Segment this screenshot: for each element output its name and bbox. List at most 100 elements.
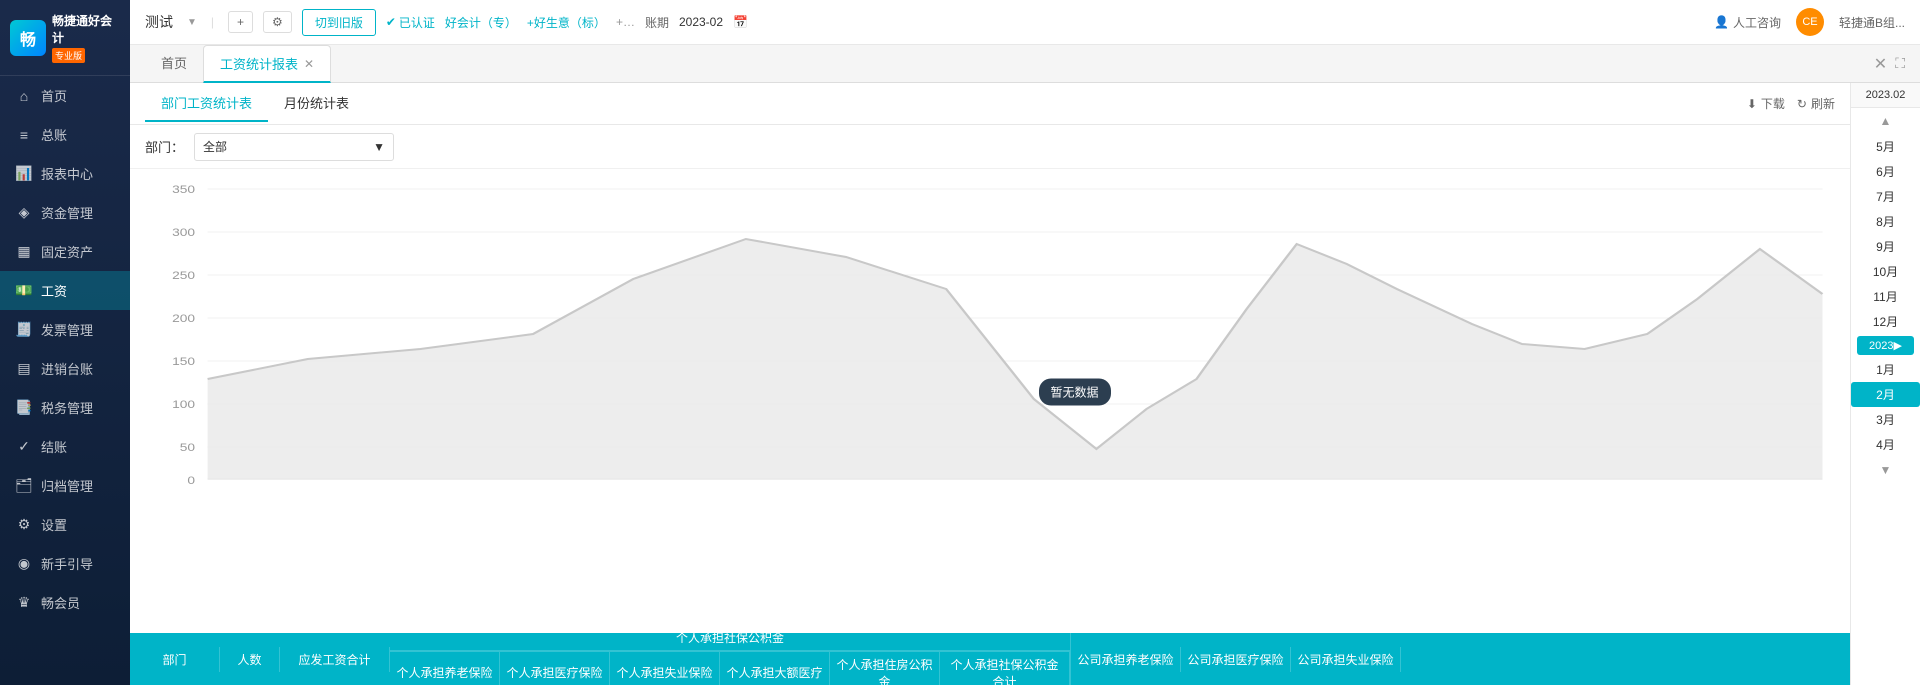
svg-text:150: 150 (172, 355, 195, 367)
sidebar-item-ledger[interactable]: ≡ 总账 (0, 115, 130, 154)
sub-tabs: 部门工资统计表 月份统计表 ⬇ 下载 ↻ 刷新 (130, 83, 1850, 125)
date-nav-down-icon[interactable]: ▼ (1876, 461, 1896, 479)
th-personal-bigmedical: 个人承担大额医疗 (720, 651, 830, 685)
sidebar-item-guide[interactable]: ◉ 新手引导 (0, 544, 130, 583)
date-month-11[interactable]: 11月 (1851, 284, 1920, 309)
sub-tab-monthly-label: 月份统计表 (284, 96, 349, 111)
guide-icon: ◉ (15, 555, 33, 572)
consultant-label: 人工咨询 (1733, 14, 1781, 31)
date-month-9[interactable]: 9月 (1851, 234, 1920, 259)
tab-salary-report[interactable]: 工资统计报表 ✕ (203, 45, 331, 83)
date-nav-bottom: ▼ (1851, 457, 1920, 483)
sidebar-item-assets[interactable]: ▦ 固定资产 (0, 232, 130, 271)
sidebar-label-archive: 归档管理 (41, 476, 93, 495)
sub-tab-monthly[interactable]: 月份统计表 (268, 85, 365, 122)
th-group-personal: 个人承担社保公积金 个人承担养老保险 个人承担医疗保险 个人承担失业保险 个人承… (390, 625, 1071, 685)
badge-more: +… (616, 15, 635, 29)
date-month-2-active[interactable]: 2月 (1851, 382, 1920, 407)
sidebar-item-sales[interactable]: ▤ 进销台账 (0, 349, 130, 388)
sidebar-item-funds[interactable]: ◈ 资金管理 (0, 193, 130, 232)
tab-bar: 首页 工资统计报表 ✕ ✕ ⛶ (130, 45, 1920, 83)
th-personal-total: 个人承担社保公积金合计 (940, 651, 1070, 685)
th-group-personal-cols: 个人承担养老保险 个人承担医疗保险 个人承担失业保险 个人承担大额医疗 个人承担… (390, 651, 1070, 685)
sidebar-item-salary[interactable]: 💵 工资 (0, 271, 130, 310)
sidebar-label-sales: 进销台账 (41, 359, 93, 378)
sidebar-item-member[interactable]: ♛ 畅会员 (0, 583, 130, 622)
table-header: 部门 人数 应发工资合计 个人承担社保公积金 个人承担养老保险 个人承担医疗保险… (130, 633, 1850, 685)
consultant-button[interactable]: 👤 人工咨询 (1714, 14, 1781, 31)
sidebar-label-home: 首页 (41, 86, 67, 105)
right-date-panel: 2023.02 ▲ 5月 6月 7月 8月 9月 10月 11月 12月 202… (1850, 83, 1920, 685)
th-company-medical: 公司承担医疗保险 (1181, 647, 1291, 672)
filter-dropdown-icon: ▼ (373, 140, 385, 154)
filter-label: 部门： (145, 137, 184, 156)
date-month-12[interactable]: 12月 (1851, 309, 1920, 334)
funds-icon: ◈ (15, 204, 33, 221)
period-value: 2023-02 (679, 15, 723, 29)
top-bar-right: 👤 人工咨询 CE 轻捷通B组... (1714, 8, 1905, 36)
date-month-4[interactable]: 4月 (1851, 432, 1920, 457)
sidebar-nav: ⌂ 首页 ≡ 总账 📊 报表中心 ◈ 资金管理 ▦ 固定资产 💵 工资 🧾 发票… (0, 76, 130, 685)
settings-icon: ⚙ (15, 516, 33, 533)
tab-maximize-icon[interactable]: ⛶ (1895, 55, 1905, 72)
sidebar-item-settings[interactable]: ⚙ 设置 (0, 505, 130, 544)
sidebar-logo: 畅 畅捷通好会计 专业版 (0, 0, 130, 76)
year-2023-badge[interactable]: 2023▶ (1857, 336, 1914, 355)
refresh-label: 刷新 (1811, 95, 1835, 112)
logo-text: 畅捷通好会计 专业版 (52, 12, 120, 63)
th-count: 人数 (220, 647, 280, 672)
refresh-button[interactable]: ↻ 刷新 (1797, 95, 1835, 112)
sidebar-label-invoice: 发票管理 (41, 320, 93, 339)
consultant-icon: 👤 (1714, 15, 1729, 29)
reports-icon: 📊 (15, 165, 33, 182)
chart-container: 350 300 250 200 150 100 50 0 (130, 169, 1850, 633)
download-icon: ⬇ (1747, 97, 1757, 111)
sidebar-item-home[interactable]: ⌂ 首页 (0, 76, 130, 115)
date-month-3[interactable]: 3月 (1851, 407, 1920, 432)
refresh-icon: ↻ (1797, 97, 1807, 111)
member-icon: ♛ (15, 594, 33, 611)
sub-tab-dept[interactable]: 部门工资统计表 (145, 85, 268, 122)
date-month-10[interactable]: 10月 (1851, 259, 1920, 284)
th-personal-pension: 个人承担养老保险 (390, 651, 500, 685)
top-bar: 测试 ▼ | + ⚙ 切到旧版 ✔ 已认证 好会计（专） +好生意（标） +… … (130, 0, 1920, 45)
sidebar-item-invoice[interactable]: 🧾 发票管理 (0, 310, 130, 349)
sidebar-item-archive[interactable]: 🗂 归档管理 (0, 466, 130, 505)
archive-icon: 🗂 (15, 477, 33, 494)
user-name[interactable]: 轻捷通B组... (1839, 14, 1905, 31)
th-personal-unemployment: 个人承担失业保险 (610, 651, 720, 685)
logo-icon: 畅 (10, 20, 46, 56)
dept-filter-select[interactable]: 全部 ▼ (194, 133, 394, 161)
sidebar-item-reports[interactable]: 📊 报表中心 (0, 154, 130, 193)
calendar-icon[interactable]: 📅 (733, 15, 748, 29)
chart-svg: 350 300 250 200 150 100 50 0 (145, 179, 1835, 499)
company-name: 测试 (145, 12, 173, 32)
date-header: 2023.02 (1851, 83, 1920, 108)
tab-home[interactable]: 首页 (145, 45, 203, 82)
date-month-7[interactable]: 7月 (1851, 184, 1920, 209)
switch-version-button[interactable]: 切到旧版 (302, 9, 376, 36)
company-dropdown-arrow[interactable]: ▼ (187, 17, 197, 28)
status-check-icon: ✔ (386, 15, 396, 29)
settings-top-button[interactable]: ⚙ (263, 11, 292, 33)
ledger-icon: ≡ (15, 127, 33, 143)
sidebar-label-reports: 报表中心 (41, 164, 93, 183)
sidebar-item-tax[interactable]: 📑 税务管理 (0, 388, 130, 427)
tab-close-window-icon[interactable]: ✕ (1874, 54, 1887, 74)
download-button[interactable]: ⬇ 下载 (1747, 95, 1785, 112)
period-label: 账期 (645, 14, 669, 31)
settle-icon: ✓ (15, 438, 33, 455)
date-month-6[interactable]: 6月 (1851, 159, 1920, 184)
date-nav-up-icon[interactable]: ▲ (1876, 112, 1896, 130)
logo-title: 畅捷通好会计 (52, 12, 120, 46)
date-month-1[interactable]: 1月 (1851, 357, 1920, 382)
tab-close-icon[interactable]: ✕ (304, 57, 314, 71)
date-month-8[interactable]: 8月 (1851, 209, 1920, 234)
date-month-5[interactable]: 5月 (1851, 134, 1920, 159)
th-total-salary: 应发工资合计 (280, 647, 390, 672)
svg-text:250: 250 (172, 269, 195, 281)
sidebar: 畅 畅捷通好会计 专业版 ⌂ 首页 ≡ 总账 📊 报表中心 ◈ 资金管理 ▦ 固… (0, 0, 130, 685)
sidebar-item-settle[interactable]: ✓ 结账 (0, 427, 130, 466)
tab-home-label: 首页 (161, 53, 187, 72)
add-button[interactable]: + (228, 11, 253, 33)
